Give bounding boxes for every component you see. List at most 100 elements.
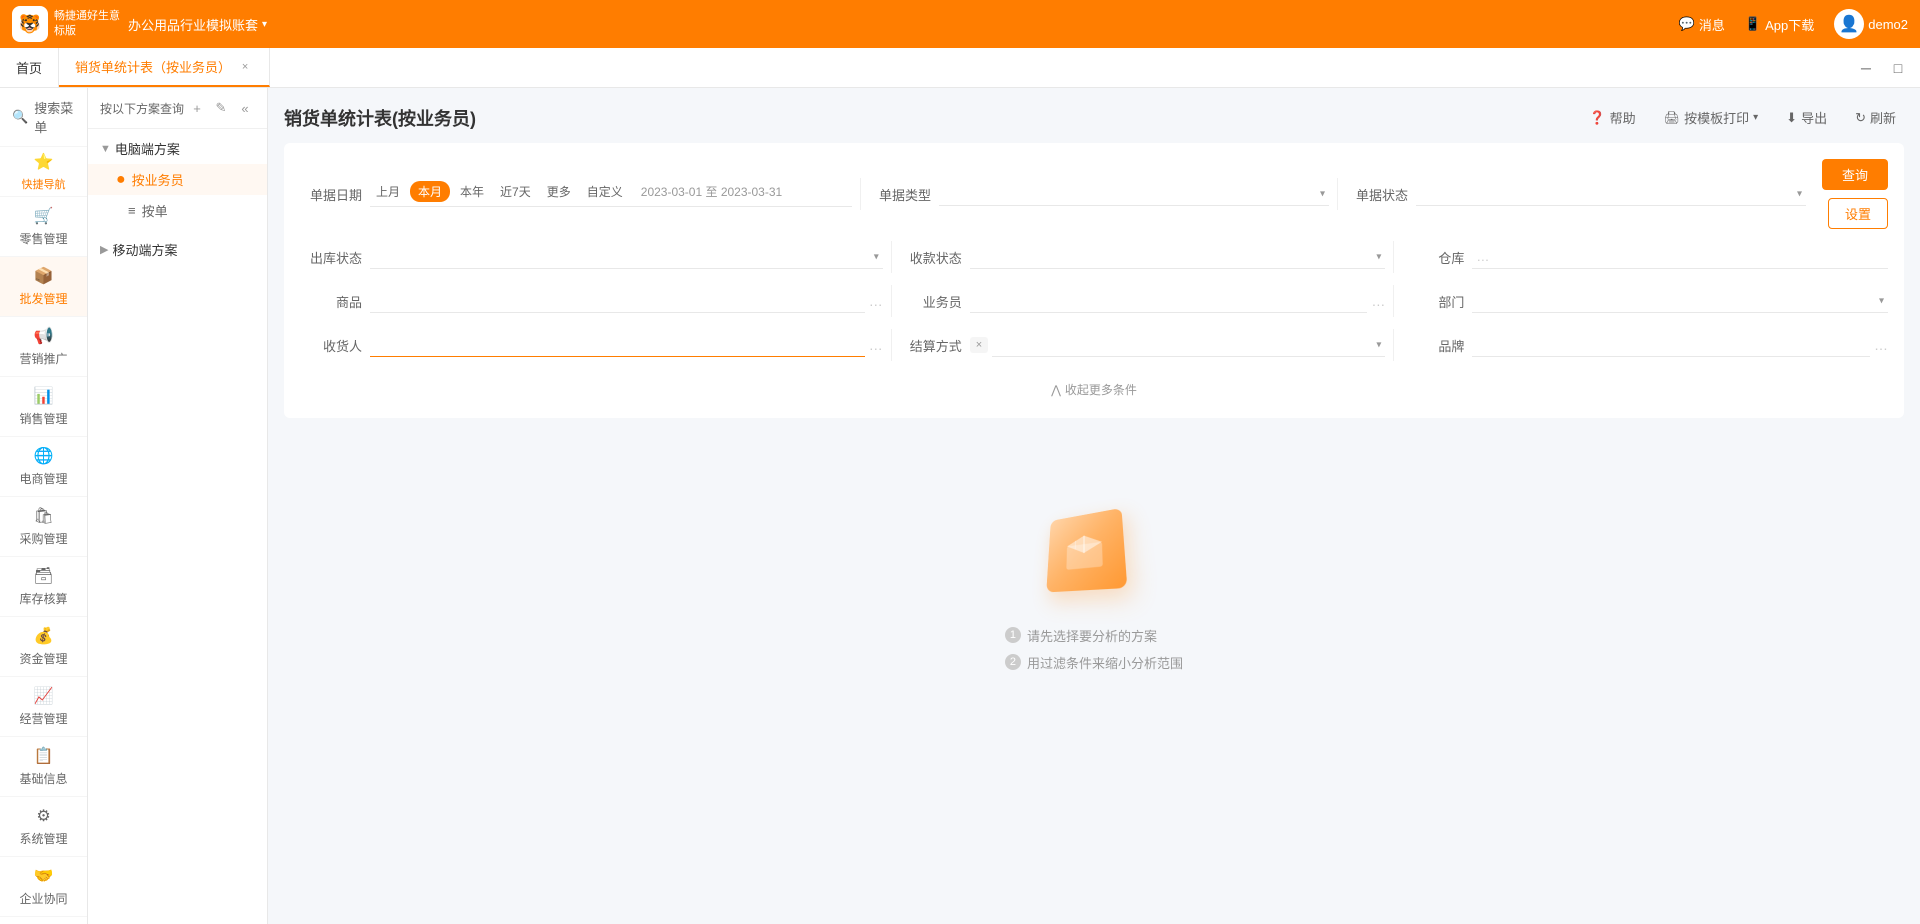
sidebar-item-purchase[interactable]: 🛍 采购管理 (0, 497, 87, 557)
date-control: 上月 本月 本年 近7天 更多 自定义 2023-03-01 至 2023-03… (370, 181, 852, 207)
brand-input[interactable] (1472, 333, 1870, 357)
page-title: 销货单统计表(按业务员) (284, 105, 476, 131)
consignee-dots-icon[interactable]: … (869, 337, 883, 353)
sidebar-item-wholesale[interactable]: 📦 批发管理 (0, 257, 87, 317)
doc-type-select[interactable] (939, 182, 1329, 206)
collapse-btn[interactable]: ⋀ 收起更多条件 (1039, 377, 1149, 402)
purchase-icon: 🛍 (33, 506, 53, 526)
top-nav: 🐯 畅捷通好生意 标版 办公用品行业模拟账套 ▾ 💬 消息 📱 App下载 👤 (0, 0, 1920, 48)
filter-doc-status-item: 单据状态 ▾ (1346, 178, 1806, 210)
filter-row-2: 出库状态 ▾ 收款状态 (300, 241, 1888, 273)
sidebar-item-system[interactable]: ⚙ 系统管理 (0, 797, 87, 857)
sidebar-item-ecommerce[interactable]: 🌐 电商管理 (0, 437, 87, 497)
sidebar-item-sales[interactable]: 📊 销售管理 (0, 377, 87, 437)
box-svg (1060, 524, 1109, 577)
sidebar-item-inventory[interactable]: 🗃 库存核算 (0, 557, 87, 617)
sidebar-item-operations[interactable]: 📈 经营管理 (0, 677, 87, 737)
product-input[interactable] (370, 289, 865, 313)
order-scheme-icon: ≡ (128, 203, 136, 218)
tab-sales-stat[interactable]: 销货单统计表（按业务员） × (59, 48, 270, 87)
btn-prev-month[interactable]: 上月 (370, 181, 406, 202)
brand-dots-icon[interactable]: … (1874, 337, 1888, 353)
help-btn[interactable]: ❓ 帮助 (1581, 104, 1643, 131)
brand-label: 品牌 (1402, 336, 1472, 355)
app-download-btn[interactable]: 📱 App下载 (1745, 15, 1814, 34)
sidebar-item-enterprise[interactable]: 🤝 企业协同 (0, 857, 87, 917)
doc-status-select[interactable] (1416, 182, 1806, 206)
receipt-status-select-wrap: ▾ (970, 245, 1386, 269)
tab-maximize-btn[interactable]: □ (1884, 54, 1912, 82)
add-scheme-icon: + (193, 101, 201, 116)
settlement-tag-close-icon[interactable]: × (976, 339, 982, 351)
btn-more[interactable]: 更多 (541, 181, 577, 202)
search-btn[interactable]: 查询 (1822, 159, 1888, 190)
active-scheme-icon: ● (116, 171, 126, 189)
sidebar-item-retail[interactable]: 🛒 零售管理 (0, 197, 87, 257)
tab-bar: 首页 销货单统计表（按业务员） × ─ □ (0, 48, 1920, 88)
tab-close-icon[interactable]: × (237, 59, 253, 75)
top-nav-title[interactable]: 办公用品行业模拟账套 ▾ (128, 15, 267, 34)
refresh-icon: ↻ (1855, 110, 1866, 126)
out-status-label: 出库状态 (300, 248, 370, 267)
print-btn[interactable]: 🖨 按模板打印 ▾ (1656, 104, 1767, 131)
salesperson-label: 业务员 (900, 292, 970, 311)
divider-2 (1337, 178, 1338, 210)
settlement-label: 结算方式 (900, 336, 970, 355)
retail-icon: 🛒 (34, 206, 54, 226)
scheme-group-pc-header[interactable]: ▼ 电脑端方案 (88, 133, 267, 164)
scheme-group-mobile-header[interactable]: ▶ 移动端方案 (88, 234, 267, 265)
basic-icon: 📋 (34, 746, 54, 766)
product-dots-icon[interactable]: … (869, 293, 883, 309)
settlement-select[interactable] (992, 333, 1385, 357)
scheme-item-by-salesperson[interactable]: ● 按业务员 (88, 164, 267, 195)
search-menu-btn[interactable]: 🔍 搜索菜单 (0, 88, 87, 147)
refresh-btn[interactable]: ↻ 刷新 (1847, 104, 1904, 131)
btn-last7[interactable]: 近7天 (494, 181, 537, 202)
salesperson-input[interactable] (970, 289, 1368, 313)
sidebar-item-marketing[interactable]: 📢 营销推广 (0, 317, 87, 377)
receipt-status-select[interactable] (970, 245, 1386, 269)
btn-custom[interactable]: 自定义 (581, 181, 629, 202)
export-btn[interactable]: ⬇ 导出 (1778, 104, 1835, 131)
department-select[interactable] (1472, 289, 1888, 313)
empty-box-icon (1046, 508, 1127, 593)
avatar: 👤 (1834, 9, 1864, 39)
date-quick-btns: 上月 本月 本年 近7天 更多 自定义 (370, 181, 629, 202)
btn-this-year[interactable]: 本年 (454, 181, 490, 202)
message-btn[interactable]: 💬 消息 (1679, 15, 1725, 34)
consignee-input[interactable] (370, 333, 865, 357)
sub-sidebar-edit-btn[interactable]: ✎ (211, 98, 231, 118)
warehouse-control (1472, 245, 1888, 269)
product-label: 商品 (300, 292, 370, 311)
department-select-wrap: ▾ (1472, 289, 1888, 313)
page-header: 销货单统计表(按业务员) ❓ 帮助 🖨 按模板打印 ▾ ⬇ (284, 104, 1904, 131)
sidebar-item-basic[interactable]: 📋 基础信息 (0, 737, 87, 797)
user-area[interactable]: 👤 demo2 (1834, 9, 1908, 39)
scheme-item-by-order[interactable]: ≡ 按单 (88, 195, 267, 226)
out-status-select[interactable] (370, 245, 883, 269)
setting-btn[interactable]: 设置 (1828, 198, 1888, 229)
tab-home[interactable]: 首页 (0, 48, 59, 87)
tab-minimize-btn[interactable]: ─ (1852, 54, 1880, 82)
logo-area[interactable]: 🐯 畅捷通好生意 标版 (12, 6, 120, 42)
marketing-icon: 📢 (34, 326, 54, 346)
ecommerce-icon: 🌐 (34, 446, 54, 466)
sidebar-item-finance[interactable]: 💰 资金管理 (0, 617, 87, 677)
sidebar-item-newbie[interactable]: 🎯 新手引导 (0, 917, 87, 924)
sales-icon: 📊 (34, 386, 54, 406)
salesperson-control: … (970, 289, 1386, 313)
sub-sidebar-add-btn[interactable]: + (187, 98, 207, 118)
empty-tips: 1 请先选择要分析的方案 2 用过滤条件来缩小分析范围 (1005, 626, 1183, 672)
sidebar-item-quick-nav[interactable]: ⭐ 快捷导航 (0, 147, 87, 197)
sub-sidebar: 按以下方案查询 + ✎ « ▼ (88, 88, 268, 924)
message-icon: 💬 (1679, 16, 1695, 32)
doc-type-select-wrap: ▾ (939, 182, 1329, 206)
btn-this-month[interactable]: 本月 (410, 181, 450, 202)
salesperson-dots-icon[interactable]: … (1371, 293, 1385, 309)
sub-sidebar-collapse-btn[interactable]: « (235, 98, 255, 118)
collapse-up-icon: ⋀ (1051, 383, 1061, 397)
filter-card: 单据日期 上月 本月 本年 近7天 更多 自定义 (284, 143, 1904, 418)
warehouse-input[interactable] (1472, 245, 1888, 269)
date-range-text: 2023-03-01 至 2023-03-31 (641, 183, 782, 200)
collapse-row: ⋀ 收起更多条件 (300, 373, 1888, 402)
